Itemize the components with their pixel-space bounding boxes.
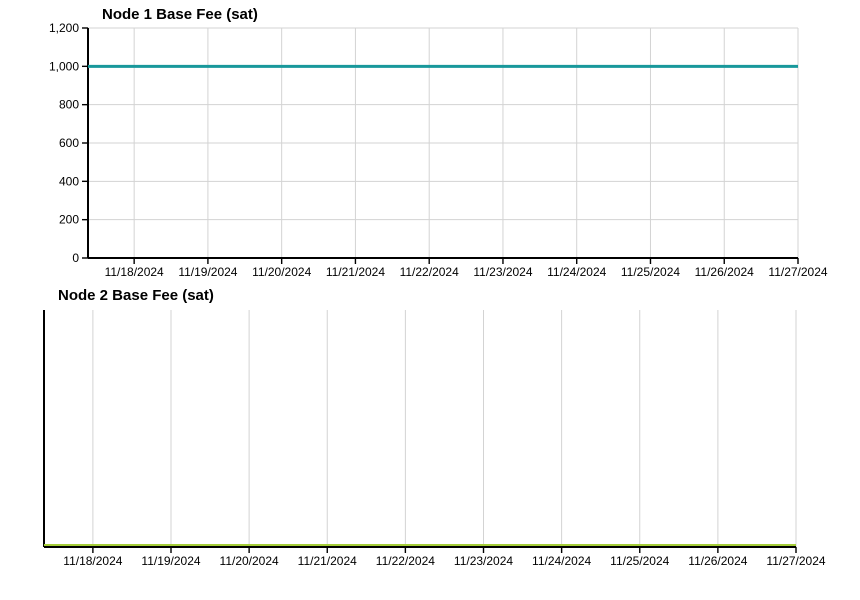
x-tick-label: 11/26/2024 — [695, 265, 754, 279]
x-tick-label: 11/23/2024 — [473, 265, 532, 279]
x-tick-label: 11/21/2024 — [326, 265, 385, 279]
x-tick-label: 11/25/2024 — [610, 554, 669, 568]
x-tick-label: 11/22/2024 — [400, 265, 459, 279]
x-tick-label: 11/26/2024 — [688, 554, 747, 568]
y-tick-label: 0 — [72, 251, 79, 265]
x-tick-label: 11/27/2024 — [766, 554, 825, 568]
x-tick-label: 11/27/2024 — [768, 265, 827, 279]
y-tick-label: 400 — [59, 174, 79, 188]
x-tick-label: 11/20/2024 — [220, 554, 279, 568]
chart-node2-base-fee: Node 2 Base Fee (sat) 11/18/2024 11/19/20… — [0, 285, 860, 600]
y-tick-label: 600 — [59, 136, 79, 150]
x-tick-label: 11/21/2024 — [298, 554, 357, 568]
y-tick-label: 1,000 — [49, 59, 79, 73]
y-tick-label: 200 — [59, 213, 79, 227]
x-tick-label: 11/20/2024 — [252, 265, 311, 279]
chart-node2-plot-area: 11/18/2024 11/19/2024 11/20/2024 11/21/2024… — [43, 310, 826, 568]
x-tick-label: 11/19/2024 — [141, 554, 200, 568]
x-tick-label: 11/25/2024 — [621, 265, 680, 279]
x-tick-label: 11/24/2024 — [547, 265, 606, 279]
x-tick-label: 11/18/2024 — [105, 265, 164, 279]
x-tick-label: 11/19/2024 — [178, 265, 237, 279]
y-tick-label: 800 — [59, 98, 79, 112]
y-tick-label: 1,200 — [49, 21, 79, 35]
x-tick-label: 11/18/2024 — [63, 554, 122, 568]
x-tick-label: 11/23/2024 — [454, 554, 513, 568]
chart-node1-plot-area: 0 200 400 600 800 1,000 1,200 11/18/2024 11/19/2… — [49, 21, 828, 279]
x-tick-label: 11/24/2024 — [532, 554, 591, 568]
chart-node1-base-fee: Node 1 Base Fee (sat) 0 200 400 600 800 1,000… — [0, 0, 860, 285]
x-tick-label: 11/22/2024 — [376, 554, 435, 568]
base-fee-charts-page: Node 1 Base Fee (sat) 0 200 400 600 800 1,000… — [0, 0, 860, 600]
